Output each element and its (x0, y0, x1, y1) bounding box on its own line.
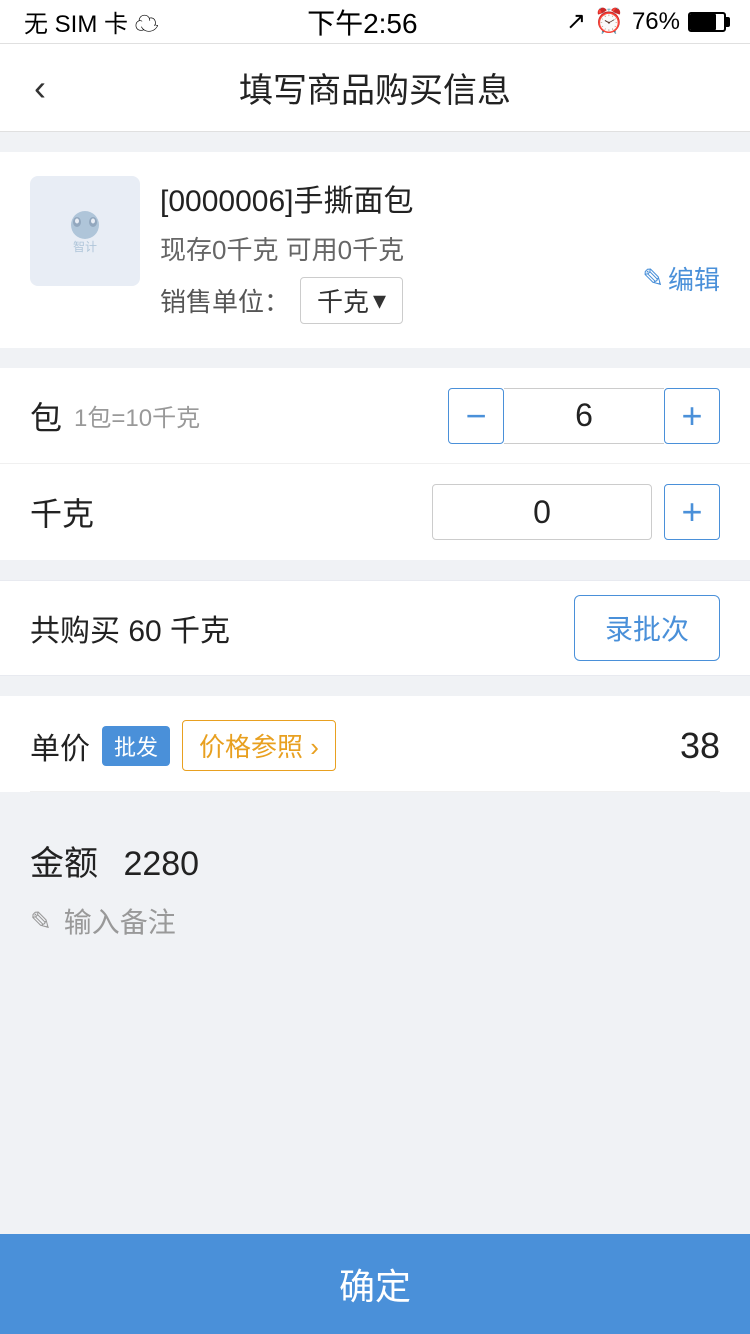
back-button[interactable]: ‹ (24, 57, 56, 119)
unit-value: 千克 (317, 282, 369, 319)
kg-row: 千克 + (0, 464, 750, 560)
product-unit-row: 销售单位： 千克 ▾ (160, 277, 720, 324)
status-time: 下午2:56 (307, 2, 418, 42)
unit-label: 销售单位： (160, 282, 290, 319)
price-tag: 批发 (102, 726, 170, 766)
edit-label: 编辑 (668, 260, 720, 297)
page-title: 填写商品购买信息 (239, 63, 511, 112)
product-name: [0000006]手撕面包 (160, 176, 720, 220)
amount-section: 金额 2280 ✎ 输入备注 (0, 812, 750, 965)
package-plus-button[interactable]: + (664, 388, 720, 444)
product-thumbnail: 智计 (30, 176, 140, 286)
price-ref-label: 价格参照 › (199, 727, 319, 764)
quantity-section: 包 1包=10千克 − + 千克 + (0, 368, 750, 560)
svg-text:智计: 智计 (73, 239, 97, 254)
remark-label: 输入备注 (64, 901, 176, 941)
pencil-icon: ✎ (30, 906, 52, 937)
package-label: 包 (30, 393, 62, 439)
total-row: 共购买 60 千克 录批次 (0, 580, 750, 676)
edit-icon: ✎ (642, 263, 664, 294)
battery-icon (688, 12, 726, 32)
amount-value: 2280 (123, 845, 199, 883)
alarm-icon: ⏰ (594, 7, 624, 36)
dropdown-icon: ▾ (373, 285, 386, 316)
battery-text: 76% (632, 8, 680, 36)
nav-bar: ‹ 填写商品购买信息 (0, 44, 750, 132)
unit-select[interactable]: 千克 ▾ (300, 277, 403, 324)
record-batch-button[interactable]: 录批次 (574, 595, 720, 661)
status-left: 无 SIM 卡 ☁ (24, 4, 159, 39)
status-bar: 无 SIM 卡 ☁ 下午2:56 ↗ ⏰ 76% (0, 0, 750, 44)
product-card: 智计 [0000006]手撕面包 现存0千克 可用0千克 销售单位： 千克 ▾ … (0, 152, 750, 348)
package-minus-button[interactable]: − (448, 388, 504, 444)
price-row: 单价 批发 价格参照 › 38 (30, 720, 720, 792)
amount-row: 金额 2280 (30, 836, 720, 885)
price-section: 单价 批发 价格参照 › 38 (0, 696, 750, 792)
amount-label: 金额 (30, 845, 98, 883)
kg-label: 千克 (30, 489, 94, 535)
package-hint: 1包=10千克 (74, 398, 448, 433)
product-info: [0000006]手撕面包 现存0千克 可用0千克 销售单位： 千克 ▾ (160, 176, 720, 324)
bottom-spacer (0, 965, 750, 1085)
kg-input[interactable] (432, 484, 652, 540)
price-value: 38 (680, 725, 720, 767)
confirm-button[interactable]: 确定 (0, 1234, 750, 1334)
signal-text: 无 SIM 卡 ☁ (24, 4, 159, 39)
package-input[interactable] (504, 388, 664, 444)
product-stock: 现存0千克 可用0千克 (160, 230, 720, 267)
status-right: ↗ ⏰ 76% (566, 7, 726, 36)
product-logo-icon: 智计 (55, 201, 115, 261)
price-label: 单价 (30, 724, 90, 768)
total-text: 共购买 60 千克 (30, 606, 574, 650)
edit-button[interactable]: ✎ 编辑 (642, 260, 720, 297)
price-ref-button[interactable]: 价格参照 › (182, 720, 336, 771)
package-stepper: − + (448, 388, 720, 444)
location-icon: ↗ (566, 7, 586, 36)
remark-row[interactable]: ✎ 输入备注 (30, 901, 720, 941)
kg-plus-button[interactable]: + (664, 484, 720, 540)
package-row: 包 1包=10千克 − + (0, 368, 750, 464)
